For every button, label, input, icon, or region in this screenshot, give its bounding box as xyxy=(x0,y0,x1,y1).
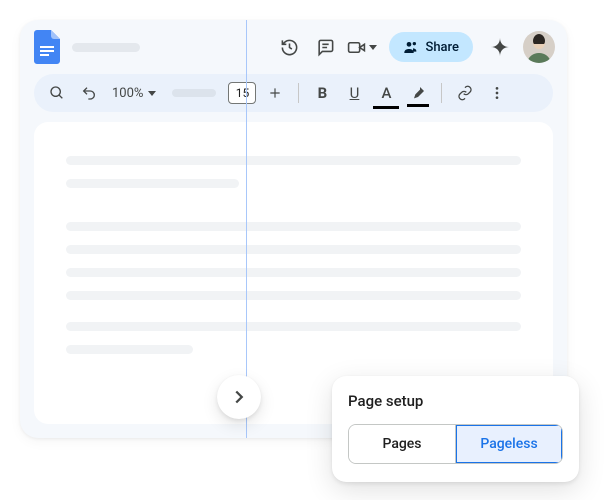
people-icon xyxy=(403,39,419,55)
comment-icon[interactable] xyxy=(311,33,339,61)
toolbar: 100% 15 B U A xyxy=(34,74,553,112)
pages-option[interactable]: Pages xyxy=(349,425,455,463)
highlight-button[interactable] xyxy=(405,80,431,106)
link-button[interactable] xyxy=(452,80,478,106)
chevron-down-icon xyxy=(148,91,156,96)
doc-title-placeholder[interactable] xyxy=(72,43,140,52)
toolbar-placeholder xyxy=(172,89,216,97)
share-label: Share xyxy=(425,40,459,55)
zoom-value: 100% xyxy=(112,86,143,101)
gemini-icon[interactable] xyxy=(489,36,511,58)
page-setup-card: Page setup Pages Pageless xyxy=(332,376,579,482)
search-icon[interactable] xyxy=(44,80,70,106)
toolbar-divider xyxy=(298,83,299,103)
font-size-increase[interactable] xyxy=(262,80,288,106)
titlebar: Share xyxy=(20,20,567,74)
more-options-icon[interactable] xyxy=(484,80,510,106)
page-setup-title: Page setup xyxy=(348,392,563,410)
paragraph-placeholder xyxy=(66,156,521,202)
history-icon[interactable] xyxy=(275,33,303,61)
share-button[interactable]: Share xyxy=(389,32,473,62)
page-setup-segmented: Pages Pageless xyxy=(348,424,563,464)
toolbar-divider xyxy=(441,83,442,103)
meet-icon[interactable] xyxy=(347,33,377,61)
chevron-down-icon xyxy=(369,45,377,50)
paragraph-placeholder xyxy=(66,322,521,368)
underline-button[interactable]: U xyxy=(341,80,367,106)
pageless-option[interactable]: Pageless xyxy=(456,425,562,463)
text-color-button[interactable]: A xyxy=(373,80,399,106)
font-size-input[interactable]: 15 xyxy=(228,82,256,104)
account-avatar[interactable] xyxy=(523,31,555,63)
zoom-select[interactable]: 100% xyxy=(108,86,160,101)
bold-button[interactable]: B xyxy=(309,80,335,106)
docs-logo[interactable] xyxy=(34,30,60,64)
undo-icon[interactable] xyxy=(76,80,102,106)
paragraph-placeholder xyxy=(66,222,521,314)
expand-button[interactable] xyxy=(217,375,261,419)
